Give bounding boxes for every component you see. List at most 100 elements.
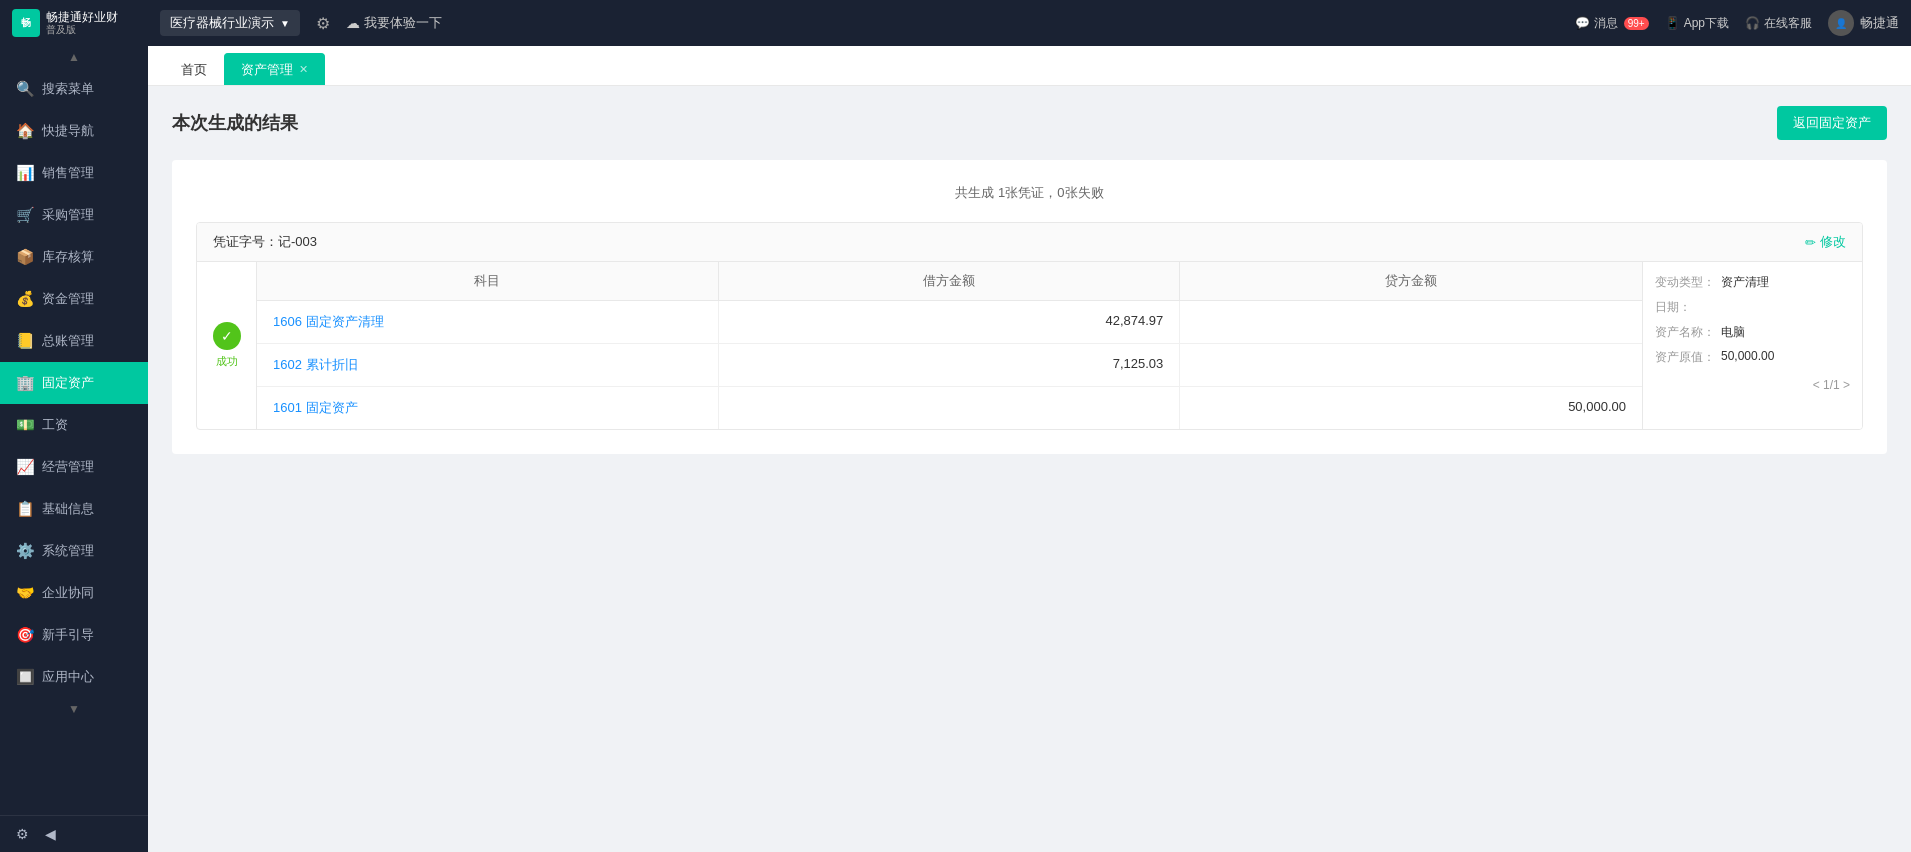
info-date: 日期： <box>1655 299 1850 316</box>
scroll-up-indicator: ▲ <box>0 46 148 68</box>
message-action[interactable]: 💬 消息 99+ <box>1575 15 1649 32</box>
settings-icon[interactable]: ⚙ <box>308 8 338 38</box>
message-label: 消息 <box>1594 15 1618 32</box>
tab-asset-mgmt-label: 资产管理 <box>241 61 293 79</box>
app-download-icon: 📱 <box>1665 16 1680 30</box>
system-icon: ⚙️ <box>16 542 34 560</box>
info-original-value: 资产原值： 50,000.00 <box>1655 349 1850 366</box>
sidebar-item-quick-nav[interactable]: 🏠 快捷导航 <box>0 110 148 152</box>
edit-label: 修改 <box>1820 233 1846 251</box>
fixed-assets-icon: 🏢 <box>16 374 34 392</box>
app-download-label: App下载 <box>1684 15 1729 32</box>
return-button[interactable]: 返回固定资产 <box>1777 106 1887 140</box>
tab-close-icon[interactable]: ✕ <box>299 63 308 76</box>
user-area[interactable]: 👤 畅捷通 <box>1828 10 1899 36</box>
tab-home-label: 首页 <box>181 61 207 79</box>
sidebar-label-enterprise: 企业协同 <box>42 584 94 602</box>
success-icon: ✓ <box>213 322 241 350</box>
success-label: 成功 <box>216 354 238 369</box>
experience-button[interactable]: ☁ 我要体验一下 <box>346 14 442 32</box>
sidebar-item-basic-info[interactable]: 📋 基础信息 <box>0 488 148 530</box>
row2-debit: 7,125.03 <box>719 344 1181 386</box>
sidebar-item-inventory[interactable]: 📦 库存核算 <box>0 236 148 278</box>
sidebar-item-ledger[interactable]: 📒 总账管理 <box>0 320 148 362</box>
row2-credit <box>1180 344 1642 386</box>
sidebar: ▲ 🔍 搜索菜单 🏠 快捷导航 📊 销售管理 🛒 采购管理 📦 库存核算 <box>0 46 148 852</box>
table-row: 1601 固定资产 50,000.00 <box>257 387 1642 429</box>
app-download-action[interactable]: 📱 App下载 <box>1665 15 1729 32</box>
guide-icon: 🎯 <box>16 626 34 644</box>
sidebar-item-finance[interactable]: 💰 资金管理 <box>0 278 148 320</box>
payroll-icon: 💵 <box>16 416 34 434</box>
sidebar-item-app-center[interactable]: 🔲 应用中心 <box>0 656 148 698</box>
col-debit: 借方金额 <box>719 262 1181 300</box>
row2-subject: 1602 累计折旧 <box>257 344 719 386</box>
sidebar-item-system[interactable]: ⚙️ 系统管理 <box>0 530 148 572</box>
message-icon: 💬 <box>1575 16 1590 30</box>
sidebar-scroll: ▲ 🔍 搜索菜单 🏠 快捷导航 📊 销售管理 🛒 采购管理 📦 库存核算 <box>0 46 148 815</box>
page-title: 本次生成的结果 <box>172 111 298 135</box>
voucher-number: 凭证字号：记-003 <box>213 233 317 251</box>
success-column: ✓ 成功 <box>197 262 257 429</box>
sidebar-item-enterprise[interactable]: 🤝 企业协同 <box>0 572 148 614</box>
sidebar-label-finance: 资金管理 <box>42 290 94 308</box>
table-header: 科目 借方金额 贷方金额 <box>257 262 1642 301</box>
user-name: 畅捷通 <box>1860 14 1899 32</box>
sidebar-item-payroll[interactable]: 💵 工资 <box>0 404 148 446</box>
sidebar-label-app-center: 应用中心 <box>42 668 94 686</box>
settings-bottom-icon[interactable]: ⚙ <box>16 826 29 842</box>
info-asset-name: 资产名称： 电脑 <box>1655 324 1850 341</box>
sidebar-label-purchase: 采购管理 <box>42 206 94 224</box>
pagination[interactable]: < 1/1 > <box>1655 378 1850 392</box>
info-change-type: 变动类型： 资产清理 <box>1655 274 1850 291</box>
sidebar-item-operations[interactable]: 📈 经营管理 <box>0 446 148 488</box>
content-area: 首页 资产管理 ✕ 本次生成的结果 返回固定资产 共生成 1张凭证，0张失败 <box>148 46 1911 852</box>
row1-debit: 42,874.97 <box>719 301 1181 343</box>
search-icon: 🔍 <box>16 80 34 98</box>
edit-button[interactable]: ✏ 修改 <box>1805 233 1846 251</box>
scroll-down-arrow: ▼ <box>68 702 80 716</box>
sidebar-label-sales: 销售管理 <box>42 164 94 182</box>
tab-home[interactable]: 首页 <box>164 53 224 85</box>
sidebar-item-purchase[interactable]: 🛒 采购管理 <box>0 194 148 236</box>
customer-service-action[interactable]: 🎧 在线客服 <box>1745 15 1812 32</box>
summary-text: 共生成 1张凭证，0张失败 <box>955 185 1103 200</box>
sidebar-item-fixed-assets[interactable]: 🏢 固定资产 <box>0 362 148 404</box>
row1-subject: 1606 固定资产清理 <box>257 301 719 343</box>
collapse-sidebar-icon[interactable]: ◀ <box>45 826 56 842</box>
row3-credit: 50,000.00 <box>1180 387 1642 429</box>
sidebar-label-payroll: 工资 <box>42 416 68 434</box>
scroll-up-arrow: ▲ <box>68 50 80 64</box>
experience-label: 我要体验一下 <box>364 14 442 32</box>
experience-icon: ☁ <box>346 15 360 31</box>
col-subject: 科目 <box>257 262 719 300</box>
sidebar-label-search: 搜索菜单 <box>42 80 94 98</box>
sidebar-item-search[interactable]: 🔍 搜索菜单 <box>0 68 148 110</box>
voucher-table: ✓ 成功 科目 借方金额 贷方金额 <box>197 262 1862 429</box>
company-selector[interactable]: 医疗器械行业演示 ▼ <box>160 10 300 36</box>
logo-icon: 畅 <box>12 9 40 37</box>
asset-name-label: 资产名称： <box>1655 324 1715 341</box>
date-label: 日期： <box>1655 299 1691 316</box>
col-credit: 贷方金额 <box>1180 262 1642 300</box>
inventory-icon: 📦 <box>16 248 34 266</box>
voucher-header: 凭证字号：记-003 ✏ 修改 <box>197 223 1862 262</box>
ledger-icon: 📒 <box>16 332 34 350</box>
app-center-icon: 🔲 <box>16 668 34 686</box>
finance-icon: 💰 <box>16 290 34 308</box>
sidebar-item-sales[interactable]: 📊 销售管理 <box>0 152 148 194</box>
original-value-label: 资产原值： <box>1655 349 1715 366</box>
basic-info-icon: 📋 <box>16 500 34 518</box>
sidebar-item-guide[interactable]: 🎯 新手引导 <box>0 614 148 656</box>
logo-area: 畅 畅捷通好业财 普及版 <box>12 9 160 37</box>
row3-debit <box>719 387 1181 429</box>
edit-icon: ✏ <box>1805 235 1816 250</box>
sidebar-label-basic-info: 基础信息 <box>42 500 94 518</box>
company-dropdown-arrow: ▼ <box>280 18 290 29</box>
sidebar-label-ledger: 总账管理 <box>42 332 94 350</box>
voucher-section: 凭证字号：记-003 ✏ 修改 ✓ 成功 <box>196 222 1863 430</box>
tab-bar: 首页 资产管理 ✕ <box>148 46 1911 86</box>
table-row: 1602 累计折旧 7,125.03 <box>257 344 1642 387</box>
tab-asset-mgmt[interactable]: 资产管理 ✕ <box>224 53 325 85</box>
message-badge: 99+ <box>1624 17 1649 30</box>
